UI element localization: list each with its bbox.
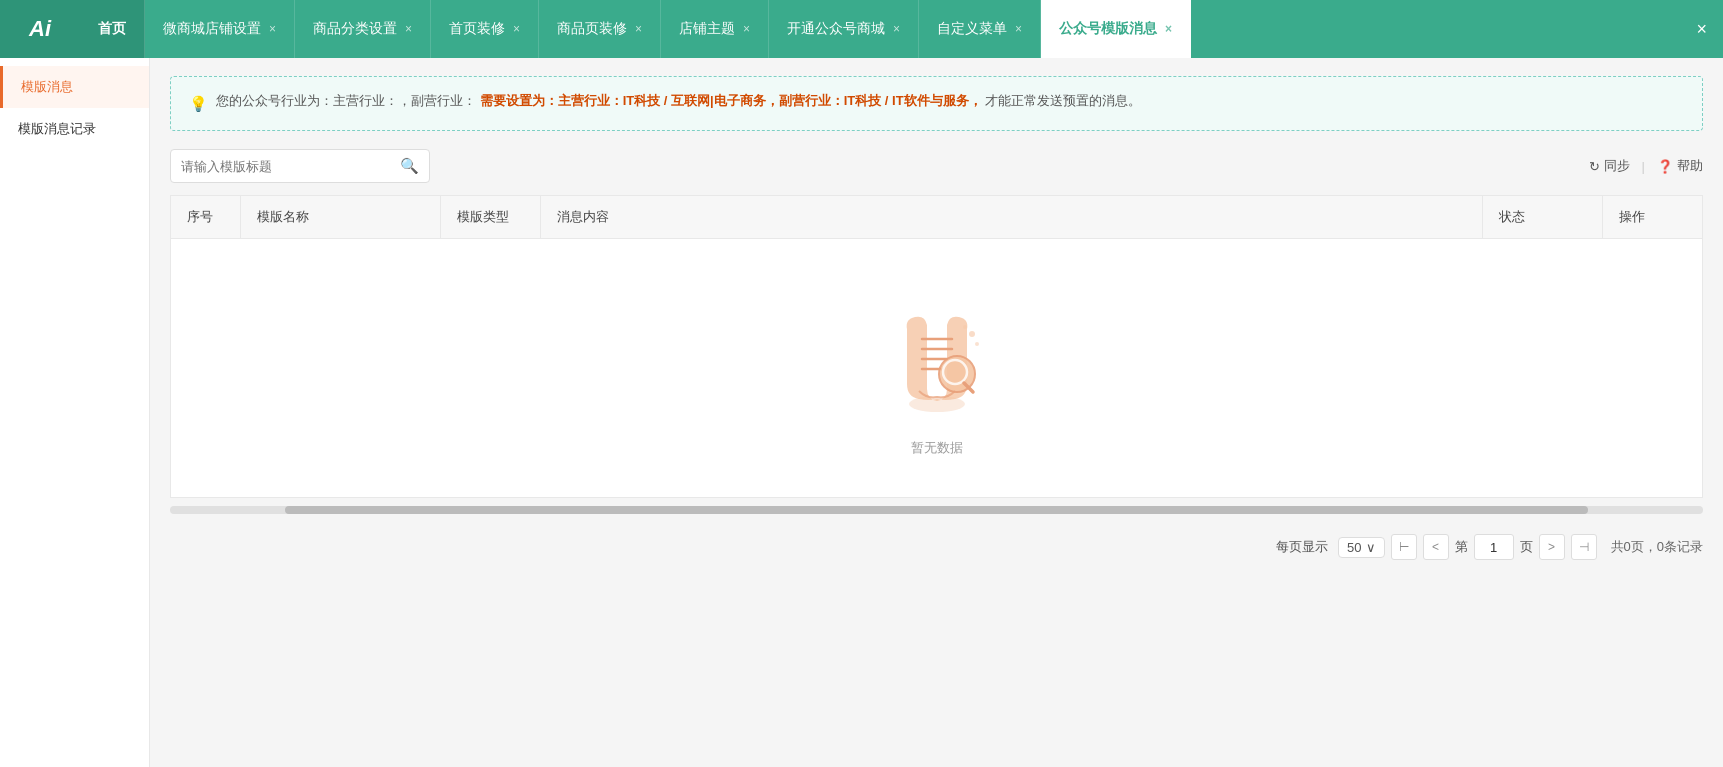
empty-text: 暂无数据: [911, 439, 963, 457]
page-size-value: 50: [1347, 540, 1361, 555]
table-header-row: 序号 模版名称 模版类型 消息内容 状态 操作: [171, 196, 1703, 239]
sync-icon: ↻: [1589, 159, 1600, 174]
tab-shop-theme-label: 店铺主题: [679, 20, 735, 38]
tab-home[interactable]: 首页: [80, 0, 145, 58]
tab-product-category[interactable]: 商品分类设置 ×: [295, 0, 431, 58]
tab-weshop-close[interactable]: ×: [269, 22, 276, 36]
scrollbar-thumb[interactable]: [285, 506, 1588, 514]
tab-open-wechat-label: 开通公众号商城: [787, 20, 885, 38]
page-number-input[interactable]: [1474, 534, 1514, 560]
tab-homepage-decor[interactable]: 首页装修 ×: [431, 0, 539, 58]
last-page-button[interactable]: ⊣: [1571, 534, 1597, 560]
tab-home-label: 首页: [98, 20, 126, 38]
search-icon[interactable]: 🔍: [400, 157, 419, 175]
main-layout: 模版消息 模版消息记录 💡 您的公众号行业为：主营行业：，副营行业： 需要设置为…: [0, 58, 1723, 767]
col-seq: 序号: [171, 196, 241, 239]
notice-banner: 💡 您的公众号行业为：主营行业：，副营行业： 需要设置为：主营行业：IT科技 /…: [170, 76, 1703, 131]
col-content: 消息内容: [541, 196, 1483, 239]
page-size-select[interactable]: 50 ∨: [1338, 537, 1384, 558]
pagination: 每页显示 50 ∨ ⊢ < 第 页 > ⊣ 共0页，0条记录: [170, 522, 1703, 560]
toolbar: 🔍 ↻ 同步 | ❓ 帮助: [170, 149, 1703, 183]
tab-weshop-label: 微商城店铺设置: [163, 20, 261, 38]
tab-product-decor[interactable]: 商品页装修 ×: [539, 0, 661, 58]
tab-weshop-settings[interactable]: 微商城店铺设置 ×: [145, 0, 295, 58]
tab-shop-theme[interactable]: 店铺主题 ×: [661, 0, 769, 58]
first-page-button[interactable]: ⊢: [1391, 534, 1417, 560]
tab-template-msg-label: 公众号模版消息: [1059, 20, 1157, 38]
tab-bar: Ai 首页 微商城店铺设置 × 商品分类设置 × 首页装修 × 商品页装修 × …: [0, 0, 1723, 58]
tab-custom-menu-label: 自定义菜单: [937, 20, 1007, 38]
tab-open-wechat-close[interactable]: ×: [893, 22, 900, 36]
scrollbar-track[interactable]: [170, 506, 1703, 514]
data-table: 序号 模版名称 模版类型 消息内容 状态 操作: [170, 195, 1703, 239]
tab-custom-menu[interactable]: 自定义菜单 ×: [919, 0, 1041, 58]
toolbar-right: ↻ 同步 | ❓ 帮助: [1589, 157, 1703, 175]
tab-product-decor-close[interactable]: ×: [635, 22, 642, 36]
help-label: 帮助: [1677, 157, 1703, 175]
toolbar-divider: |: [1642, 159, 1645, 174]
col-status: 状态: [1483, 196, 1603, 239]
tab-shop-theme-close[interactable]: ×: [743, 22, 750, 36]
prev-page-button[interactable]: <: [1423, 534, 1449, 560]
search-box[interactable]: 🔍: [170, 149, 430, 183]
scroll-area: [170, 498, 1703, 522]
notice-highlight: 需要设置为：主营行业：IT科技 / 互联网|电子商务，副营行业：IT科技 / I…: [480, 93, 982, 108]
svg-point-9: [975, 342, 979, 346]
empty-illustration: [877, 299, 997, 419]
tab-bar-close-all[interactable]: ×: [1696, 19, 1707, 40]
page-prefix: 第: [1455, 538, 1468, 556]
sidebar: 模版消息 模版消息记录: [0, 58, 150, 767]
content-area: 💡 您的公众号行业为：主营行业：，副营行业： 需要设置为：主营行业：IT科技 /…: [150, 58, 1723, 767]
svg-point-8: [969, 331, 975, 337]
tab-homepage-decor-label: 首页装修: [449, 20, 505, 38]
page-suffix: 页: [1520, 538, 1533, 556]
search-input[interactable]: [181, 159, 400, 174]
page-size-label: 每页显示: [1276, 538, 1328, 556]
notice-icon: 💡: [189, 92, 208, 116]
next-page-button[interactable]: >: [1539, 534, 1565, 560]
total-info: 共0页，0条记录: [1611, 538, 1703, 556]
sidebar-item-template-msg-log[interactable]: 模版消息记录: [0, 108, 149, 150]
col-name: 模版名称: [241, 196, 441, 239]
sync-label: 同步: [1604, 157, 1630, 175]
help-button[interactable]: ❓ 帮助: [1657, 157, 1703, 175]
sync-button[interactable]: ↻ 同步: [1589, 157, 1630, 175]
svg-point-10: [963, 325, 967, 329]
tab-template-msg[interactable]: 公众号模版消息 ×: [1041, 0, 1191, 58]
tab-product-category-close[interactable]: ×: [405, 22, 412, 36]
help-icon: ❓: [1657, 159, 1673, 174]
col-action: 操作: [1603, 196, 1703, 239]
tab-custom-menu-close[interactable]: ×: [1015, 22, 1022, 36]
tab-template-msg-close[interactable]: ×: [1165, 22, 1172, 36]
col-type: 模版类型: [441, 196, 541, 239]
logo: Ai: [0, 0, 80, 58]
tab-open-wechat-shop[interactable]: 开通公众号商城 ×: [769, 0, 919, 58]
empty-state: 暂无数据: [170, 239, 1703, 498]
sidebar-item-template-msg[interactable]: 模版消息: [0, 66, 149, 108]
page-size-chevron: ∨: [1366, 540, 1376, 555]
tab-product-decor-label: 商品页装修: [557, 20, 627, 38]
notice-text: 您的公众号行业为：主营行业：，副营行业： 需要设置为：主营行业：IT科技 / 互…: [216, 91, 1141, 112]
tab-product-category-label: 商品分类设置: [313, 20, 397, 38]
tab-homepage-decor-close[interactable]: ×: [513, 22, 520, 36]
